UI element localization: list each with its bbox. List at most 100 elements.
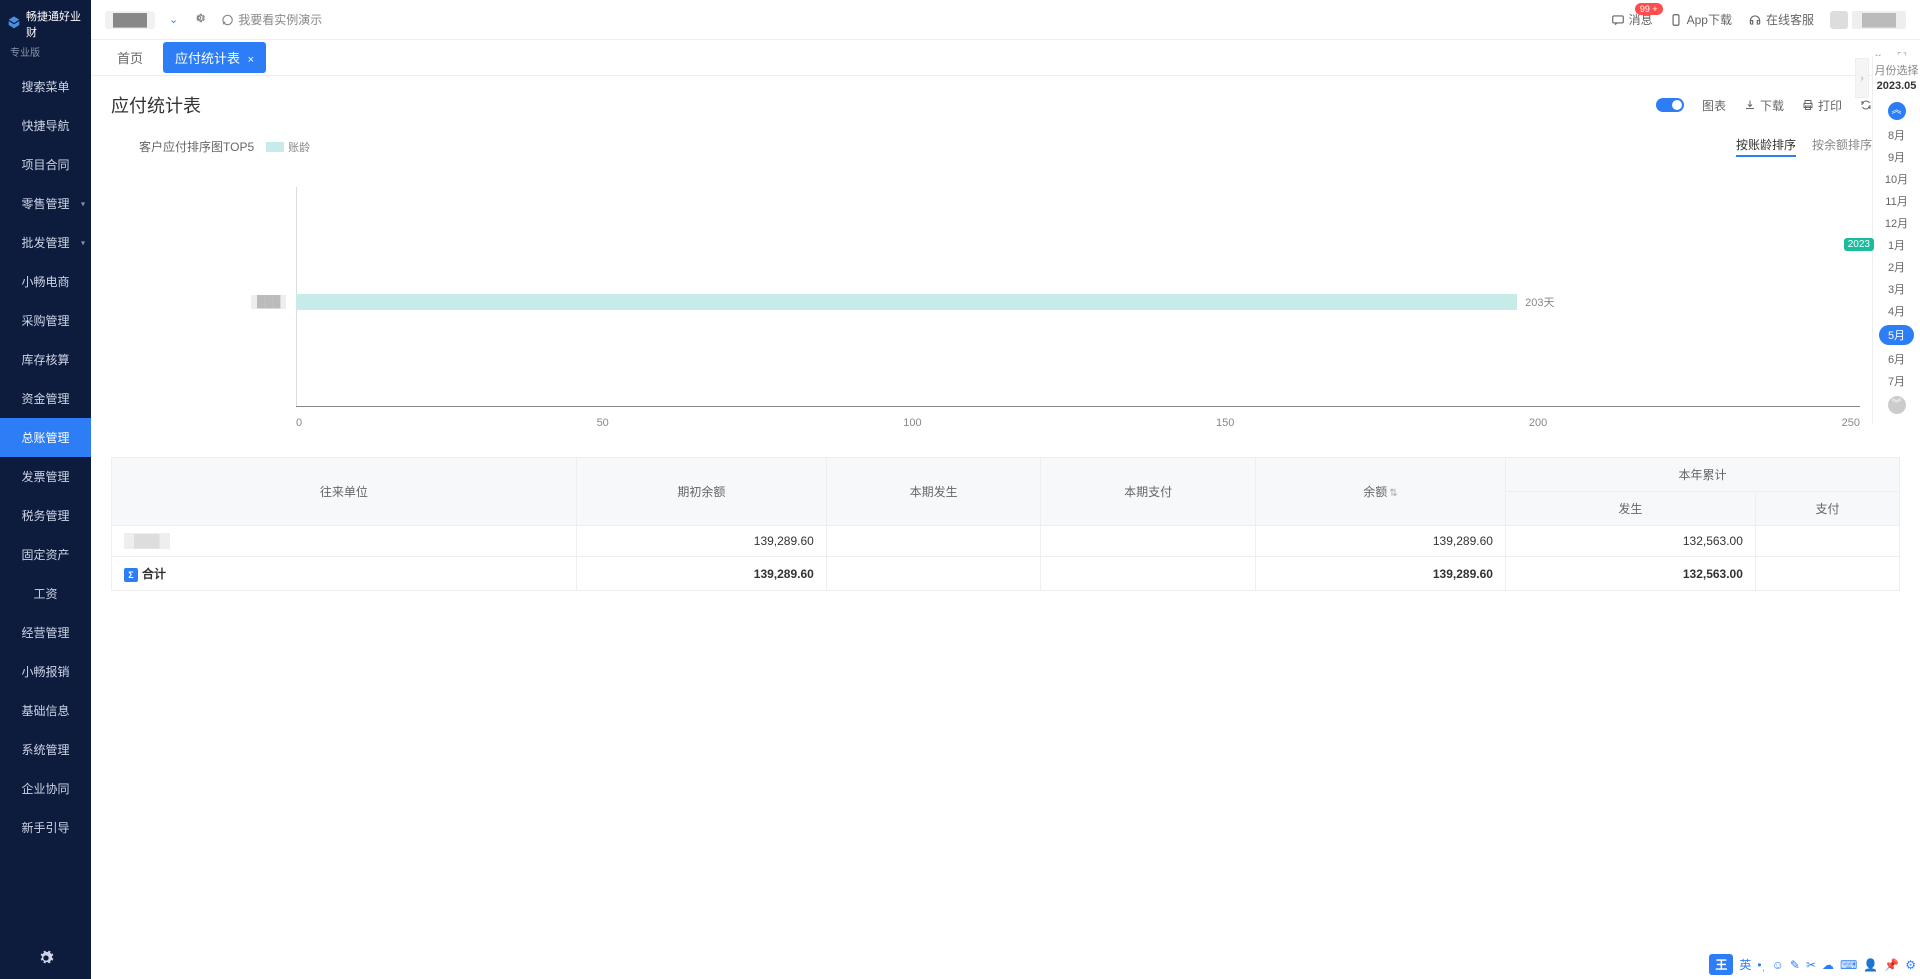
- th-ytd-incur[interactable]: 发生: [1505, 492, 1755, 526]
- ime-badge[interactable]: 王: [1709, 954, 1733, 975]
- sidebar-item-8[interactable]: 资金管理: [0, 379, 91, 418]
- month-down-icon[interactable]: ︾: [1888, 396, 1906, 414]
- chart-bar-value: 203天: [1525, 294, 1554, 310]
- x-axis-line: [296, 406, 1860, 407]
- ime-cloud-icon[interactable]: ☁: [1822, 958, 1834, 972]
- ime-toolbar: 王 英 •ˌ ☺ ✎ ✂ ☁ ⌨ 👤 📌 ⚙: [1709, 954, 1916, 975]
- th-balance[interactable]: 余额⇅: [1255, 458, 1505, 526]
- gear-icon[interactable]: [192, 11, 206, 28]
- th-period-incur[interactable]: 本期发生: [826, 458, 1041, 526]
- month-option[interactable]: 12月: [1873, 212, 1920, 234]
- ime-emoji-icon[interactable]: ☺: [1772, 958, 1784, 972]
- ime-lang[interactable]: 英: [1739, 956, 1751, 973]
- ime-pin-icon[interactable]: 📌: [1884, 958, 1899, 972]
- sidebar-item-14[interactable]: 经营管理: [0, 613, 91, 652]
- sidebar-item-15[interactable]: 小畅报销: [0, 652, 91, 691]
- legend-label: 账龄: [288, 139, 310, 155]
- chart-canvas: ███ 203天 050100150200250: [151, 167, 1860, 437]
- sidebar-item-10[interactable]: 发票管理: [0, 457, 91, 496]
- online-service-button[interactable]: 在线客服: [1748, 11, 1814, 28]
- sort-by-age[interactable]: 按账龄排序: [1736, 136, 1796, 157]
- x-tick: 200: [1529, 417, 1547, 429]
- th-period-pay[interactable]: 本期支付: [1041, 458, 1256, 526]
- brand-edition: 专业版: [0, 44, 91, 67]
- ime-scissors-icon[interactable]: ✂: [1806, 958, 1816, 972]
- sort-by-balance[interactable]: 按余额排序: [1812, 136, 1872, 157]
- month-option[interactable]: 5月: [1879, 325, 1914, 345]
- th-ytd-pay[interactable]: 支付: [1755, 492, 1899, 526]
- sort-icon[interactable]: ⇅: [1389, 488, 1397, 499]
- month-option[interactable]: 4月: [1873, 300, 1920, 322]
- tab-label: 应付统计表: [175, 51, 240, 66]
- data-table: 往来单位 期初余额 本期发生 本期支付 余额⇅ 本年累计 发生 支付 ███13…: [111, 457, 1900, 591]
- download-button[interactable]: 下载: [1744, 97, 1784, 114]
- sidebar-item-17[interactable]: 系统管理: [0, 730, 91, 769]
- chart-toggle[interactable]: [1656, 98, 1684, 112]
- ime-keyboard-icon[interactable]: ⌨: [1840, 958, 1857, 972]
- sidebar-item-9[interactable]: 总账管理: [0, 418, 91, 457]
- tab-home[interactable]: 首页: [105, 42, 155, 73]
- sidebar-item-12[interactable]: 固定资产: [0, 535, 91, 574]
- chart-toggle-label: 图表: [1702, 97, 1726, 114]
- sidebar-item-18[interactable]: 企业协同: [0, 769, 91, 808]
- sidebar-item-19[interactable]: 新手引导: [0, 808, 91, 847]
- sidebar-item-11[interactable]: 税务管理: [0, 496, 91, 535]
- month-option[interactable]: 7月: [1873, 370, 1920, 392]
- sidebar-item-3[interactable]: 零售管理▾: [0, 184, 91, 223]
- sidebar-item-0[interactable]: 搜索菜单: [0, 67, 91, 106]
- sidebar-item-2[interactable]: 项目合同: [0, 145, 91, 184]
- x-tick: 100: [903, 417, 921, 429]
- month-option[interactable]: 3月: [1873, 278, 1920, 300]
- th-partner[interactable]: 往来单位: [112, 458, 577, 526]
- month-option[interactable]: 1月: [1873, 234, 1920, 256]
- chart-legend: 账龄: [266, 139, 310, 155]
- bubble-icon: [220, 13, 234, 27]
- close-icon[interactable]: ×: [248, 54, 254, 66]
- sidebar-item-1[interactable]: 快捷导航: [0, 106, 91, 145]
- month-up-icon[interactable]: ︽: [1888, 102, 1906, 120]
- table-total-row: Σ合计139,289.60139,289.60132,563.00: [112, 557, 1900, 591]
- month-option[interactable]: 2月: [1873, 256, 1920, 278]
- month-option[interactable]: 6月: [1873, 348, 1920, 370]
- user-menu[interactable]: ████: [1830, 11, 1906, 29]
- sidebar-item-13[interactable]: 工资: [0, 574, 91, 613]
- x-axis-ticks: 050100150200250: [296, 417, 1860, 429]
- app-download-label: App下载: [1687, 11, 1732, 28]
- print-button[interactable]: 打印: [1802, 97, 1842, 114]
- table-row[interactable]: ███139,289.60139,289.60132,563.00: [112, 526, 1900, 557]
- month-option[interactable]: 8月: [1873, 124, 1920, 146]
- sidebar-menu: 搜索菜单快捷导航项目合同零售管理▾批发管理▾小畅电商采购管理库存核算资金管理总账…: [0, 67, 91, 940]
- tab-payable-summary[interactable]: 应付统计表 ×: [163, 42, 266, 73]
- online-service-label: 在线客服: [1766, 11, 1814, 28]
- settings-gear-icon[interactable]: [0, 940, 91, 979]
- messages-button[interactable]: 消息 99 +: [1611, 11, 1653, 28]
- chart-bar-fill: [296, 294, 1517, 310]
- month-option[interactable]: 10月: [1873, 168, 1920, 190]
- ime-dot-icon[interactable]: •ˌ: [1757, 958, 1765, 972]
- chevron-down-icon[interactable]: ⌄: [169, 13, 178, 26]
- th-opening[interactable]: 期初余额: [576, 458, 826, 526]
- year-badge: 2023: [1844, 238, 1874, 251]
- app-download-button[interactable]: App下载: [1669, 11, 1732, 28]
- download-icon: [1744, 99, 1756, 111]
- demo-link[interactable]: 我要看实例演示: [220, 11, 322, 28]
- topbar: ████ ⌄ 我要看实例演示 消息 99 + App下载: [91, 0, 1920, 40]
- x-tick: 150: [1216, 417, 1234, 429]
- legend-swatch-icon: [266, 142, 284, 152]
- sidebar-item-4[interactable]: 批发管理▾: [0, 223, 91, 262]
- month-option[interactable]: 9月: [1873, 146, 1920, 168]
- month-option[interactable]: 11月: [1873, 190, 1920, 212]
- sidebar-item-16[interactable]: 基础信息: [0, 691, 91, 730]
- ime-user-icon[interactable]: 👤: [1863, 958, 1878, 972]
- sidebar-item-6[interactable]: 采购管理: [0, 301, 91, 340]
- print-icon: [1802, 99, 1814, 111]
- ime-edit-icon[interactable]: ✎: [1790, 958, 1800, 972]
- x-tick: 250: [1842, 417, 1860, 429]
- ime-settings-icon[interactable]: ⚙: [1905, 958, 1916, 972]
- org-selector[interactable]: ████: [105, 11, 155, 29]
- brand-name: 畅捷通好业财: [26, 8, 85, 40]
- sidebar-item-7[interactable]: 库存核算: [0, 340, 91, 379]
- collapse-handle-icon[interactable]: ›: [1855, 58, 1869, 98]
- brand-logo: 畅捷通好业财: [0, 0, 91, 44]
- sidebar-item-5[interactable]: 小畅电商: [0, 262, 91, 301]
